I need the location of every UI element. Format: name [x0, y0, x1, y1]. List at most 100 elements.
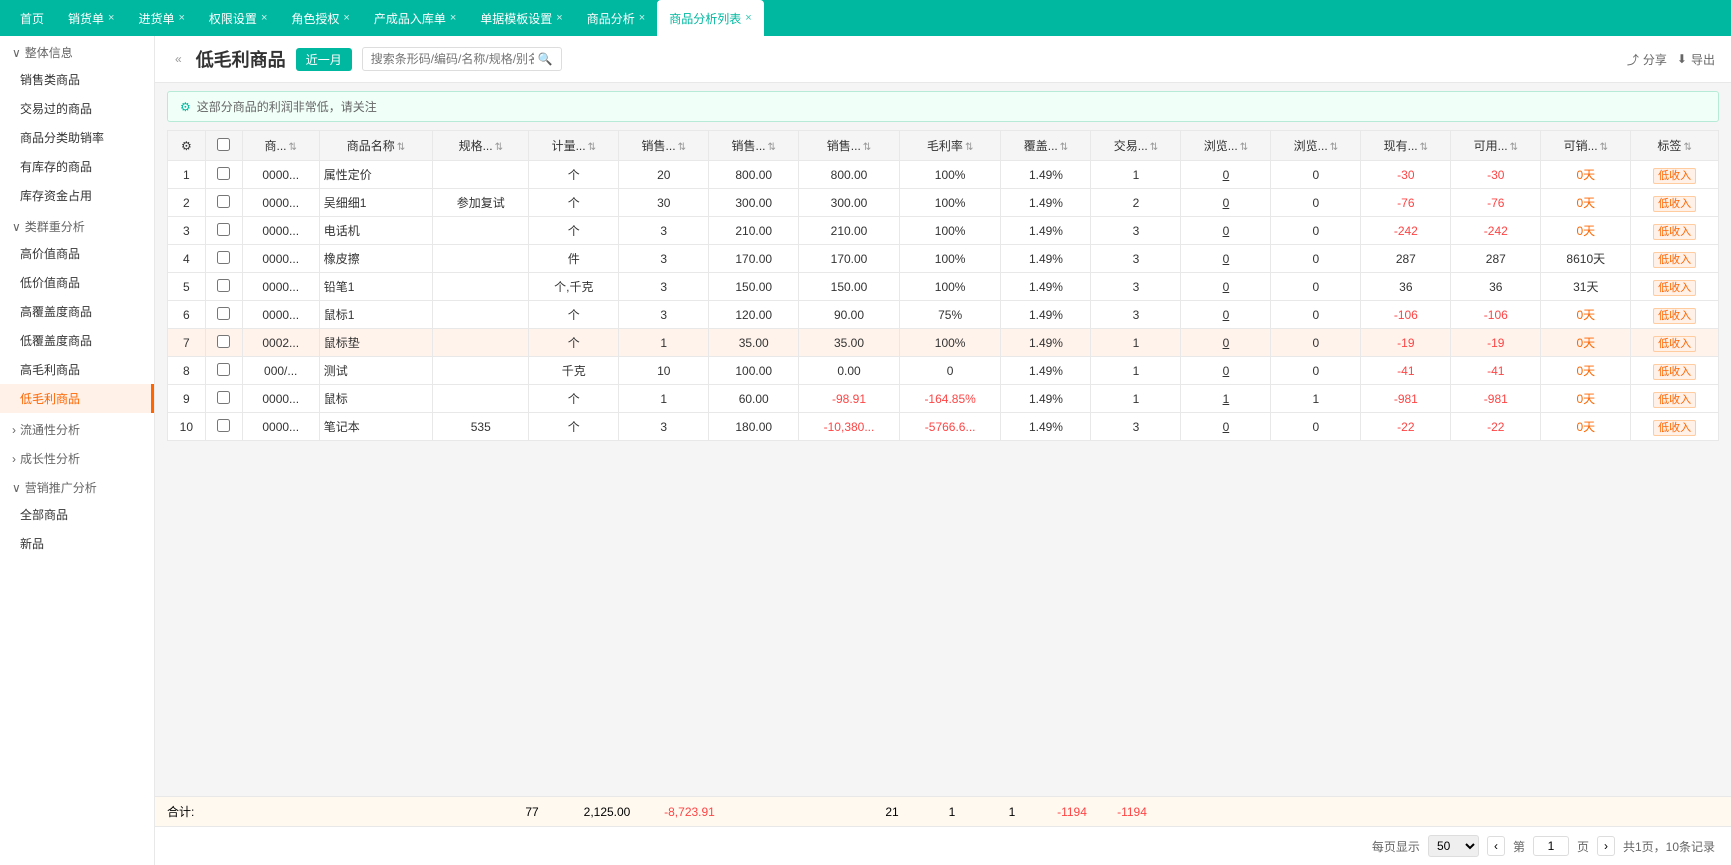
th-unit[interactable]: 计量...⇅ [529, 131, 619, 161]
sidebar-item-all-products[interactable]: 全部商品 [0, 500, 154, 529]
close-icon[interactable]: × [745, 12, 751, 24]
search-icon[interactable]: 🔍 [538, 52, 553, 66]
td-name[interactable]: 鼠标垫 [319, 329, 433, 357]
td-name[interactable]: 铅笔1 [319, 273, 433, 301]
sidebar-group-growth[interactable]: › 成长性分析 [0, 442, 154, 471]
close-icon[interactable]: × [261, 12, 267, 24]
row-checkbox[interactable] [217, 335, 230, 348]
nav-item-product-analysis-list[interactable]: 商品分析列表× [657, 0, 763, 36]
row-checkbox[interactable] [217, 251, 230, 264]
close-icon[interactable]: × [178, 12, 184, 24]
time-filter-button[interactable]: 近一月 [296, 48, 352, 71]
sidebar-item-high-margin[interactable]: 高毛利商品 [0, 355, 154, 384]
th-spec[interactable]: 规格...⇅ [433, 131, 529, 161]
page-number-input[interactable] [1533, 836, 1569, 856]
td-checkbox[interactable] [205, 357, 242, 385]
td-checkbox[interactable] [205, 245, 242, 273]
th-gross-rate[interactable]: 毛利率⇅ [899, 131, 1001, 161]
sidebar-item-low-value[interactable]: 低价值商品 [0, 268, 154, 297]
td-checkbox[interactable] [205, 273, 242, 301]
td-name[interactable]: 电话机 [319, 217, 433, 245]
row-checkbox[interactable] [217, 279, 230, 292]
th-sales-qty[interactable]: 销售...⇅ [619, 131, 709, 161]
row-checkbox[interactable] [217, 363, 230, 376]
prev-page-button[interactable]: ‹ [1487, 836, 1505, 856]
th-name[interactable]: 商品名称⇅ [319, 131, 433, 161]
row-checkbox[interactable] [217, 223, 230, 236]
close-icon[interactable]: × [343, 12, 349, 24]
row-checkbox[interactable] [217, 167, 230, 180]
nav-item-role-auth[interactable]: 角色授权× [279, 0, 361, 36]
sidebar-group-overall[interactable]: ∨ 整体信息 [0, 36, 154, 65]
nav-item-product-entry[interactable]: 产成品入库单× [362, 0, 468, 36]
td-checkbox[interactable] [205, 413, 242, 441]
td-browse1[interactable]: 0 [1181, 413, 1271, 441]
th-coverage[interactable]: 覆盖...⇅ [1001, 131, 1091, 161]
collapse-sidebar-button[interactable]: « [171, 52, 186, 66]
th-stock-sale[interactable]: 可销...⇅ [1541, 131, 1631, 161]
td-name[interactable]: 笔记本 [319, 413, 433, 441]
th-tag[interactable]: 标签⇅ [1631, 131, 1719, 161]
close-icon[interactable]: × [108, 12, 114, 24]
sidebar-group-marketing[interactable]: ∨ 营销推广分析 [0, 471, 154, 500]
td-name[interactable]: 测试 [319, 357, 433, 385]
th-stock-avail[interactable]: 可用...⇅ [1451, 131, 1541, 161]
select-all-checkbox[interactable] [217, 138, 230, 151]
td-browse1[interactable]: 0 [1181, 161, 1271, 189]
sidebar-item-low-margin[interactable]: 低毛利商品 [0, 384, 154, 413]
row-checkbox[interactable] [217, 195, 230, 208]
td-checkbox[interactable] [205, 329, 242, 357]
nav-item-sales[interactable]: 销货单× [56, 0, 126, 36]
td-browse1[interactable]: 0 [1181, 301, 1271, 329]
td-browse1[interactable]: 0 [1181, 245, 1271, 273]
next-page-button[interactable]: › [1597, 836, 1615, 856]
sidebar-item-stock-capital[interactable]: 库存资金占用 [0, 181, 154, 210]
nav-item-product-analysis[interactable]: 商品分析× [575, 0, 657, 36]
sidebar-item-high-value[interactable]: 高价值商品 [0, 239, 154, 268]
nav-item-template-settings[interactable]: 单据模板设置× [468, 0, 574, 36]
row-checkbox[interactable] [217, 391, 230, 404]
th-browse2[interactable]: 浏览...⇅ [1271, 131, 1361, 161]
th-sales-price[interactable]: 销售...⇅ [709, 131, 799, 161]
sidebar-item-traded-products[interactable]: 交易过的商品 [0, 94, 154, 123]
td-checkbox[interactable] [205, 161, 242, 189]
td-name[interactable]: 橡皮擦 [319, 245, 433, 273]
sidebar-item-new-products[interactable]: 新品 [0, 529, 154, 558]
th-browse1[interactable]: 浏览...⇅ [1181, 131, 1271, 161]
td-checkbox[interactable] [205, 217, 242, 245]
td-name[interactable]: 鼠标 [319, 385, 433, 413]
th-checkbox[interactable] [205, 131, 242, 161]
close-icon[interactable]: × [450, 12, 456, 24]
td-name[interactable]: 属性定价 [319, 161, 433, 189]
row-checkbox[interactable] [217, 419, 230, 432]
td-browse1[interactable]: 0 [1181, 273, 1271, 301]
sidebar-item-low-coverage[interactable]: 低覆盖度商品 [0, 326, 154, 355]
close-icon[interactable]: × [639, 12, 645, 24]
th-settings[interactable]: ⚙ [168, 131, 206, 161]
td-name[interactable]: 吴细细1 [319, 189, 433, 217]
export-button[interactable]: ⬇ 导出 [1677, 51, 1715, 68]
sidebar-group-cluster[interactable]: ∨ 类群重分析 [0, 210, 154, 239]
td-checkbox[interactable] [205, 189, 242, 217]
sidebar-item-sales-products[interactable]: 销售类商品 [0, 65, 154, 94]
td-browse1[interactable]: 0 [1181, 357, 1271, 385]
close-icon[interactable]: × [556, 12, 562, 24]
td-checkbox[interactable] [205, 301, 242, 329]
row-checkbox[interactable] [217, 307, 230, 320]
th-stock-now[interactable]: 现有...⇅ [1361, 131, 1451, 161]
td-browse1[interactable]: 1 [1181, 385, 1271, 413]
th-sales-profit[interactable]: 销售...⇅ [799, 131, 900, 161]
share-button[interactable]: ⤴ 分享 [1627, 51, 1667, 68]
sidebar-group-circulation[interactable]: › 流通性分析 [0, 413, 154, 442]
th-trade[interactable]: 交易...⇅ [1091, 131, 1181, 161]
td-browse1[interactable]: 0 [1181, 189, 1271, 217]
table-wrapper[interactable]: ⚙ 商...⇅ 商品名称⇅ 规格...⇅ 计量...⇅ 销售...⇅ 销售...… [167, 130, 1719, 796]
page-size-select[interactable]: 50 100 200 [1428, 835, 1479, 857]
sidebar-item-in-stock[interactable]: 有库存的商品 [0, 152, 154, 181]
nav-item-permissions[interactable]: 权限设置× [197, 0, 279, 36]
td-name[interactable]: 鼠标1 [319, 301, 433, 329]
search-input[interactable] [371, 52, 534, 66]
sidebar-item-high-coverage[interactable]: 高覆盖度商品 [0, 297, 154, 326]
td-browse1[interactable]: 0 [1181, 217, 1271, 245]
nav-item-home[interactable]: 首页 [8, 0, 56, 36]
